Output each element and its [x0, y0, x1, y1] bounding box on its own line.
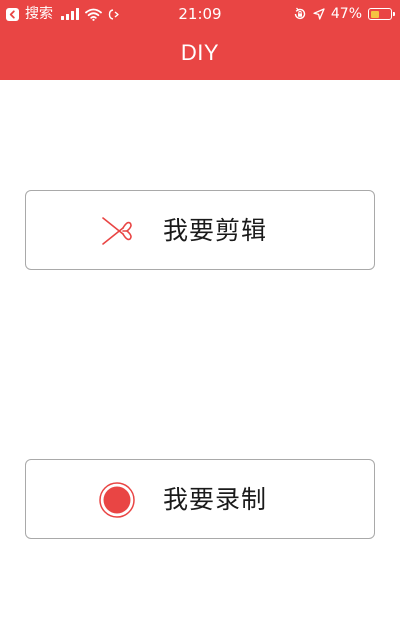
location-arrow-icon — [313, 8, 325, 20]
record-button[interactable]: 我要录制 — [25, 459, 375, 539]
edit-button[interactable]: 我要剪辑 — [25, 190, 375, 270]
rotation-lock-icon — [293, 7, 307, 21]
record-button-label: 我要录制 — [163, 485, 268, 514]
app-header: 搜索 21:09 47% DIY — [0, 0, 400, 80]
status-bar-right: 47% — [293, 5, 395, 23]
record-icon — [98, 481, 136, 519]
battery-fill — [370, 10, 380, 18]
battery-percent: 47% — [330, 6, 362, 22]
edit-button-label: 我要剪辑 — [163, 216, 268, 245]
scissors-icon — [98, 212, 136, 250]
battery-icon — [368, 8, 395, 20]
status-bar: 搜索 21:09 47% — [0, 0, 400, 28]
page-title: DIY — [180, 40, 220, 65]
